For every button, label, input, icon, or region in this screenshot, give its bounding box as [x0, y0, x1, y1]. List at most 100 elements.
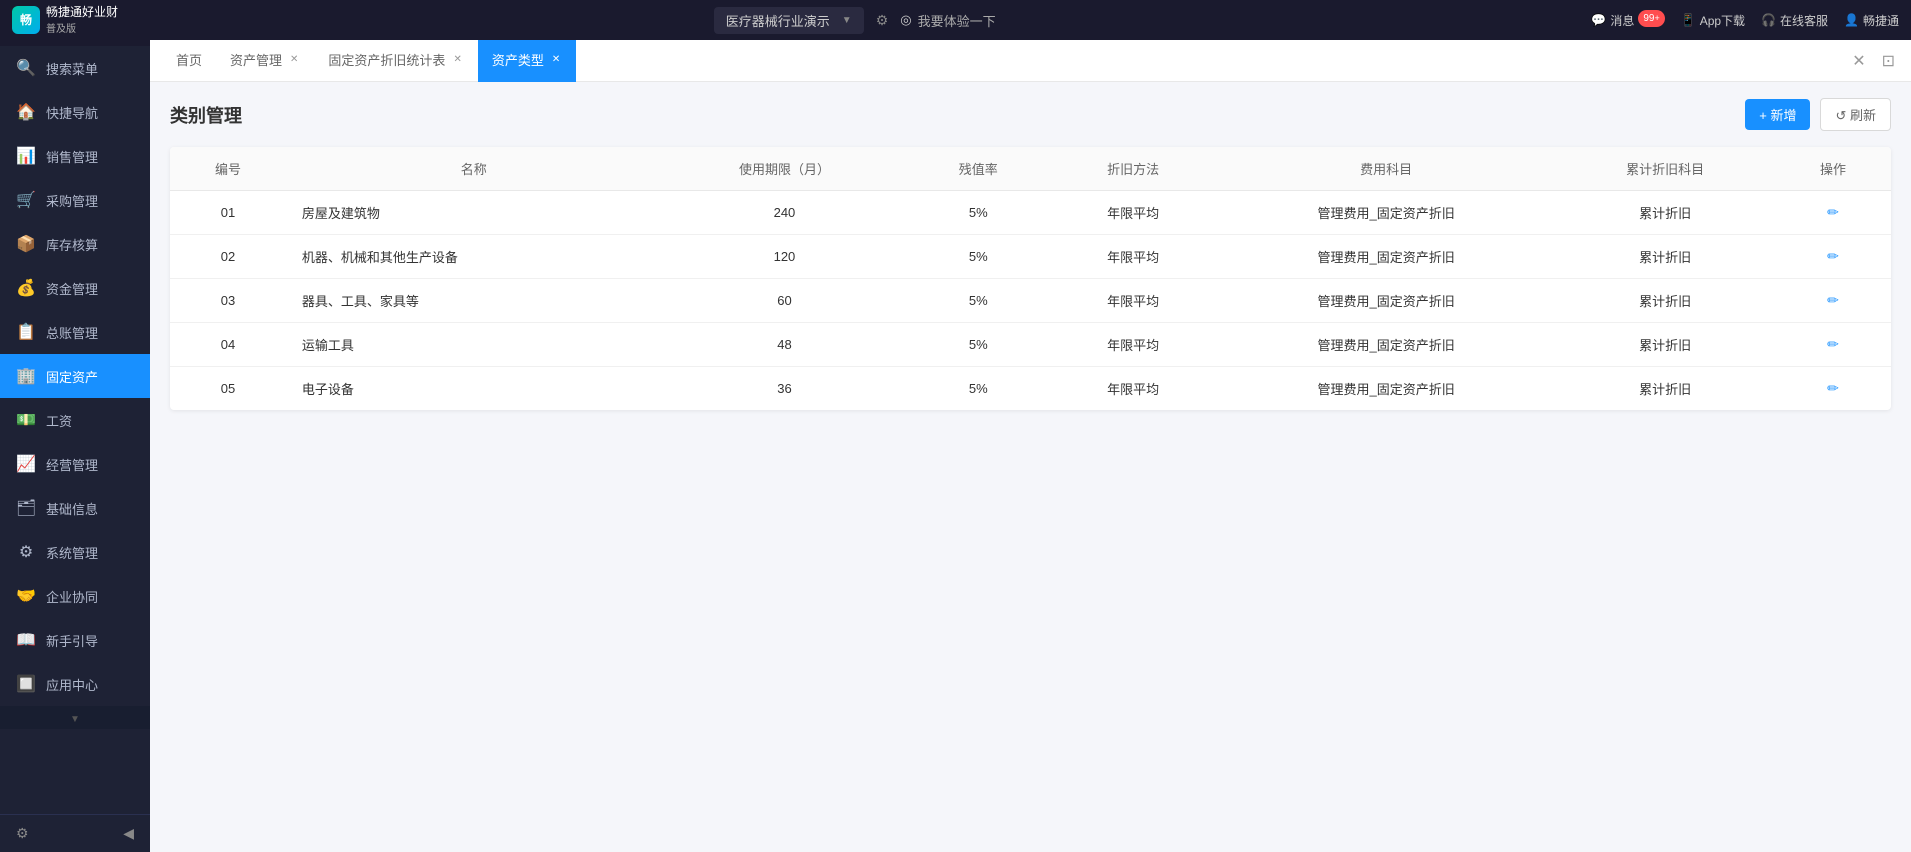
table-row: 02 机器、机械和其他生产设备 120 5% 年限平均 管理费用_固定资产折旧 … [170, 235, 1891, 279]
home-icon: 🏠 [16, 102, 36, 122]
cell-operation[interactable]: ✏ [1775, 367, 1891, 411]
customer-service-label: 在线客服 [1780, 12, 1828, 29]
tab-depreciation-report-label: 固定资产折旧统计表 [328, 50, 445, 69]
sidebar-item-label: 应用中心 [46, 675, 98, 694]
sidebar-item-ledger[interactable]: 📋 总账管理 [0, 310, 150, 354]
cell-residual: 5% [907, 235, 1049, 279]
tab-home[interactable]: 首页 [162, 40, 216, 82]
sidebar-item-label: 工资 [46, 411, 72, 430]
sidebar-item-sales[interactable]: 📊 销售管理 [0, 134, 150, 178]
collapse-icon[interactable]: ◀ [123, 825, 134, 842]
settings-button[interactable]: ⚙ [872, 8, 893, 33]
sidebar-item-label: 搜索菜单 [46, 59, 98, 78]
tab-asset-type-close[interactable]: ✕ [550, 52, 562, 67]
main-layout: 🔍 搜索菜单 🏠 快捷导航 📊 销售管理 🛒 采购管理 📦 库存核算 💰 资金管… [0, 40, 1911, 852]
tab-asset-management[interactable]: 资产管理 ✕ [216, 40, 314, 82]
edit-icon[interactable]: ✏ [1827, 292, 1839, 308]
sidebar-item-label: 企业协同 [46, 587, 98, 606]
cell-code: 03 [170, 279, 286, 323]
sidebar-item-basic[interactable]: 🗂 基础信息 [0, 486, 150, 530]
messages-button[interactable]: 💬 消息 99+ [1591, 12, 1664, 29]
sidebar-item-purchase[interactable]: 🛒 采购管理 [0, 178, 150, 222]
sales-icon: 📊 [16, 146, 36, 166]
col-method: 折旧方法 [1049, 147, 1217, 191]
tab-asset-management-label: 资产管理 [230, 50, 282, 69]
tab-maximize-button[interactable]: ⊡ [1878, 47, 1899, 75]
trial-button[interactable]: ◎ 我要体验一下 [900, 11, 995, 30]
new-button[interactable]: + 新增 [1745, 99, 1810, 130]
cell-operation[interactable]: ✏ [1775, 235, 1891, 279]
sidebar-bottom: ⚙ ◀ [0, 814, 150, 852]
trial-text: 我要体验一下 [918, 11, 996, 30]
cell-expense: 管理费用_固定资产折旧 [1217, 279, 1555, 323]
cell-accumulate: 累计折旧 [1555, 367, 1775, 411]
sidebar-item-label: 新手引导 [46, 631, 98, 650]
settings-bottom-icon[interactable]: ⚙ [16, 825, 29, 842]
sidebar-item-quicknav[interactable]: 🏠 快捷导航 [0, 90, 150, 134]
company-selector[interactable]: 医疗器械行业演示 ▼ [714, 7, 864, 34]
cell-name: 运输工具 [286, 323, 662, 367]
app-logo-icon: 畅 [12, 6, 40, 34]
sidebar-item-search[interactable]: 🔍 搜索菜单 [0, 46, 150, 90]
tab-depreciation-report[interactable]: 固定资产折旧统计表 ✕ [314, 40, 477, 82]
edit-icon[interactable]: ✏ [1827, 336, 1839, 352]
sidebar-item-salary[interactable]: 💵 工资 [0, 398, 150, 442]
cell-expense: 管理费用_固定资产折旧 [1217, 235, 1555, 279]
user-button[interactable]: 👤 畅捷通 [1844, 12, 1899, 29]
cell-operation[interactable]: ✏ [1775, 279, 1891, 323]
messages-icon: 💬 [1591, 13, 1606, 27]
cell-code: 04 [170, 323, 286, 367]
user-icon: 👤 [1844, 13, 1859, 27]
edit-icon[interactable]: ✏ [1827, 248, 1839, 264]
tab-bar-right: ✕ ⊡ [1848, 47, 1899, 75]
cell-operation[interactable]: ✏ [1775, 191, 1891, 235]
sidebar-item-label: 基础信息 [46, 499, 98, 518]
tab-home-label: 首页 [176, 50, 202, 69]
sidebar-item-enterprise[interactable]: 🤝 企业协同 [0, 574, 150, 618]
sidebar-item-system[interactable]: ⚙ 系统管理 [0, 530, 150, 574]
tab-asset-type-label: 资产类型 [492, 50, 544, 69]
tab-asset-type[interactable]: 资产类型 ✕ [478, 40, 576, 82]
guide-icon: 📖 [16, 630, 36, 650]
cell-period: 120 [662, 235, 908, 279]
enterprise-icon: 🤝 [16, 586, 36, 606]
sidebar-item-apps[interactable]: 🔲 应用中心 [0, 662, 150, 706]
edit-icon[interactable]: ✏ [1827, 204, 1839, 220]
cell-name: 电子设备 [286, 367, 662, 411]
col-code: 编号 [170, 147, 286, 191]
system-icon: ⚙ [16, 542, 36, 562]
sidebar-item-label: 快捷导航 [46, 103, 98, 122]
cell-name: 器具、工具、家具等 [286, 279, 662, 323]
sidebar-item-label: 总账管理 [46, 323, 98, 342]
cell-period: 240 [662, 191, 908, 235]
col-accumulate: 累计折旧科目 [1555, 147, 1775, 191]
tab-close-all-button[interactable]: ✕ [1848, 47, 1869, 75]
trial-icon: ◎ [900, 12, 911, 28]
management-icon: 📈 [16, 454, 36, 474]
app-download-button[interactable]: 📱 App下载 [1681, 12, 1745, 29]
sidebar-item-capital[interactable]: 💰 资金管理 [0, 266, 150, 310]
sidebar: 🔍 搜索菜单 🏠 快捷导航 📊 销售管理 🛒 采购管理 📦 库存核算 💰 资金管… [0, 40, 150, 852]
cell-operation[interactable]: ✏ [1775, 323, 1891, 367]
edit-icon[interactable]: ✏ [1827, 380, 1839, 396]
cell-period: 36 [662, 367, 908, 411]
cell-name: 房屋及建筑物 [286, 191, 662, 235]
sidebar-item-management[interactable]: 📈 经营管理 [0, 442, 150, 486]
cell-expense: 管理费用_固定资产折旧 [1217, 367, 1555, 411]
sidebar-item-fixed[interactable]: 🏢 固定资产 [0, 354, 150, 398]
table-row: 03 器具、工具、家具等 60 5% 年限平均 管理费用_固定资产折旧 累计折旧… [170, 279, 1891, 323]
customer-service-button[interactable]: 🎧 在线客服 [1761, 12, 1828, 29]
sidebar-scroll-down[interactable]: ▼ [0, 706, 150, 729]
sidebar-item-label: 库存核算 [46, 235, 98, 254]
refresh-button[interactable]: ↺ 刷新 [1820, 98, 1891, 131]
header-right: 💬 消息 99+ 📱 App下载 🎧 在线客服 👤 畅捷通 [1591, 12, 1899, 29]
tab-depreciation-report-close[interactable]: ✕ [451, 52, 463, 67]
purchase-icon: 🛒 [16, 190, 36, 210]
messages-badge: 99+ [1638, 10, 1664, 27]
sidebar-item-guide[interactable]: 📖 新手引导 [0, 618, 150, 662]
cell-method: 年限平均 [1049, 279, 1217, 323]
messages-label: 消息 [1610, 12, 1634, 29]
tab-asset-management-close[interactable]: ✕ [288, 52, 300, 67]
inventory-icon: 📦 [16, 234, 36, 254]
sidebar-item-inventory[interactable]: 📦 库存核算 [0, 222, 150, 266]
